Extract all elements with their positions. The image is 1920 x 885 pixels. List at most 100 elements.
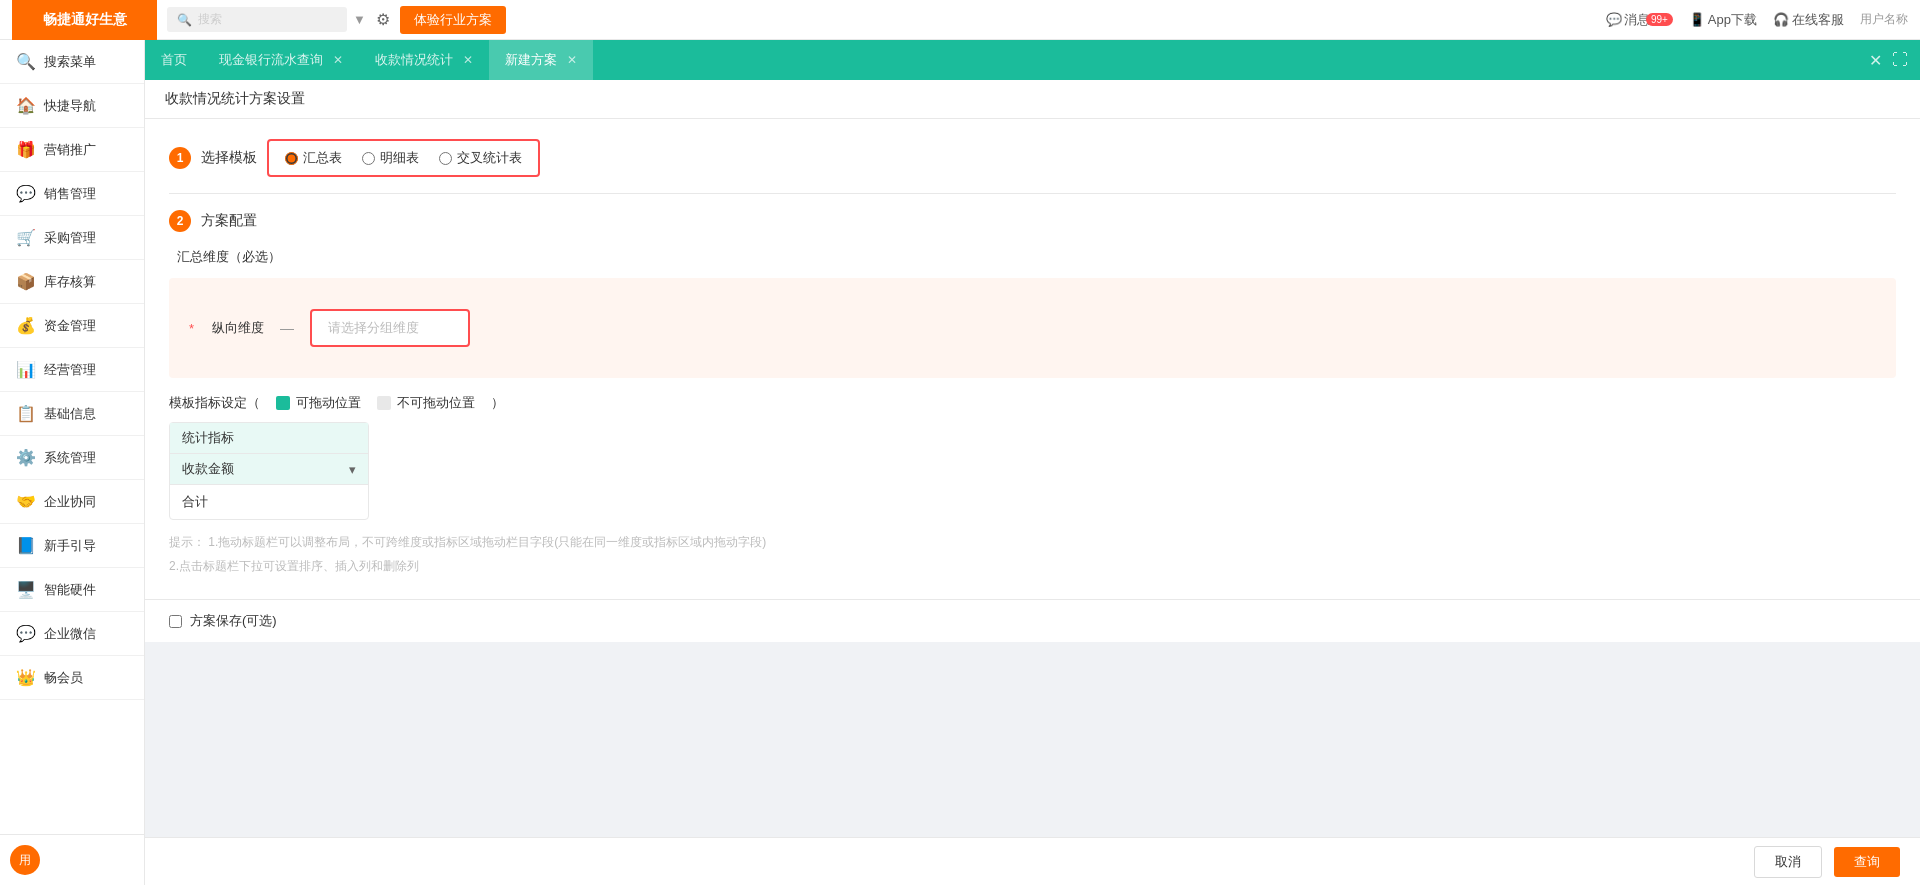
app-download-item[interactable]: 📱 App下载 <box>1689 11 1757 29</box>
sidebar-bottom: 用 <box>0 834 144 885</box>
dimension-row: * 纵向维度 — 请选择分组维度 <box>189 309 470 347</box>
service-item[interactable]: 🎧 在线客服 <box>1773 11 1844 29</box>
search-icon: 🔍 <box>177 13 192 27</box>
bottom-bar: 取消 查询 <box>145 837 1920 885</box>
dropdown-arrow-metrics[interactable]: ▾ <box>349 462 356 477</box>
divider-1 <box>169 193 1896 194</box>
sidebar-item-search-menu[interactable]: 🔍 搜索菜单 <box>0 40 144 84</box>
sidebar-item-finance[interactable]: 💰 资金管理 <box>0 304 144 348</box>
sidebar-item-quick-nav[interactable]: 🏠 快捷导航 <box>0 84 144 128</box>
app-logo: 畅捷通好生意 <box>12 0 157 40</box>
industry-btn[interactable]: 体验行业方案 <box>400 6 506 34</box>
cooperation-icon: 🤝 <box>16 492 36 511</box>
sub-header-label: 收款金额 <box>182 460 234 478</box>
sidebar-label-quicknav: 快捷导航 <box>44 97 96 115</box>
sidebar-label-operations: 经营管理 <box>44 361 96 379</box>
page-content: 收款情况统计方案设置 1 选择模板 汇总表 明细表 <box>145 80 1920 837</box>
metrics-table-sub-header[interactable]: 收款金额 ▾ <box>170 454 368 485</box>
radio-summary-input[interactable] <box>285 152 298 165</box>
guide-icon: 📘 <box>16 536 36 555</box>
save-checkbox[interactable] <box>169 615 182 628</box>
tab-new-scheme-close[interactable]: ✕ <box>567 53 577 67</box>
draggable-indicator: 可拖动位置 <box>276 394 361 412</box>
member-icon: 👑 <box>16 668 36 687</box>
purchase-icon: 🛒 <box>16 228 36 247</box>
header: 畅捷通好生意 🔍 搜索 ▼ ⚙ 体验行业方案 💬 消息 99+ 📱 App下载 … <box>0 0 1920 40</box>
page-breadcrumb: 收款情况统计方案设置 <box>145 80 1920 119</box>
dimension-area: * 纵向维度 — 请选择分组维度 <box>169 278 1896 378</box>
maximize-icon[interactable]: ⛶ <box>1892 51 1908 69</box>
message-icon: 💬 <box>1606 12 1622 27</box>
step1-header: 1 选择模板 汇总表 明细表 交叉统计表 <box>169 139 1896 177</box>
tab-home[interactable]: 首页 <box>145 40 203 80</box>
search-placeholder: 搜索 <box>198 11 222 28</box>
sidebar-item-operations[interactable]: 📊 经营管理 <box>0 348 144 392</box>
sidebar-item-system[interactable]: ⚙️ 系统管理 <box>0 436 144 480</box>
sidebar-item-cooperation[interactable]: 🤝 企业协同 <box>0 480 144 524</box>
query-button[interactable]: 查询 <box>1834 847 1900 877</box>
step2-header: 2 方案配置 <box>169 210 1896 232</box>
sidebar-item-sales[interactable]: 💬 销售管理 <box>0 172 144 216</box>
sidebar-item-basic-info[interactable]: 📋 基础信息 <box>0 392 144 436</box>
system-icon: ⚙️ <box>16 448 36 467</box>
tab-new-scheme[interactable]: 新建方案 ✕ <box>489 40 593 80</box>
tab-home-label: 首页 <box>161 51 187 69</box>
tip-2: 2.点击标题栏下拉可设置排序、插入列和删除列 <box>169 556 1896 578</box>
radio-detail-input[interactable] <box>362 152 375 165</box>
radio-cross[interactable]: 交叉统计表 <box>439 149 522 167</box>
sidebar-label-system: 系统管理 <box>44 449 96 467</box>
tab-collection-stats[interactable]: 收款情况统计 ✕ <box>359 40 489 80</box>
sidebar-label-finance: 资金管理 <box>44 317 96 335</box>
search-menu-icon: 🔍 <box>16 52 36 71</box>
tab-actions: ✕ ⛶ <box>1869 51 1920 70</box>
radio-summary[interactable]: 汇总表 <box>285 149 342 167</box>
dimension-title: 汇总维度（必选） <box>177 248 1896 266</box>
sidebar: 🔍 搜索菜单 🏠 快捷导航 🎁 营销推广 💬 销售管理 🛒 采购管理 📦 库存核… <box>0 40 145 885</box>
search-bar[interactable]: 🔍 搜索 <box>167 7 347 32</box>
metrics-header: 模板指标设定（ 可拖动位置 不可拖动位置 ） <box>169 394 1896 412</box>
sidebar-item-purchase[interactable]: 🛒 采购管理 <box>0 216 144 260</box>
radio-detail[interactable]: 明细表 <box>362 149 419 167</box>
tab-bank-flow[interactable]: 现金银行流水查询 ✕ <box>203 40 359 80</box>
finance-icon: 💰 <box>16 316 36 335</box>
inventory-icon: 📦 <box>16 272 36 291</box>
step2-label: 方案配置 <box>201 212 257 230</box>
dropdown-arrow-icon[interactable]: ▼ <box>353 12 366 27</box>
metrics-table: 统计指标 收款金额 ▾ 合计 <box>169 422 369 520</box>
notification-item[interactable]: 💬 消息 99+ <box>1606 11 1673 29</box>
vertical-dimension-label: 纵向维度 <box>212 319 264 337</box>
gear-icon[interactable]: ⚙ <box>376 10 390 29</box>
sidebar-label-sales: 销售管理 <box>44 185 96 203</box>
radio-cross-input[interactable] <box>439 152 452 165</box>
metrics-section: 模板指标设定（ 可拖动位置 不可拖动位置 ） 统计指标 <box>169 394 1896 520</box>
radio-detail-label: 明细表 <box>380 149 419 167</box>
download-icon: 📱 <box>1689 12 1705 27</box>
sidebar-label-cooperation: 企业协同 <box>44 493 96 511</box>
sidebar-label-inventory: 库存核算 <box>44 273 96 291</box>
tab-collection-stats-label: 收款情况统计 <box>375 51 453 69</box>
cancel-button[interactable]: 取消 <box>1754 846 1822 878</box>
wechat-icon: 💬 <box>16 624 36 643</box>
hardware-icon: 🖥️ <box>16 580 36 599</box>
sidebar-item-guide[interactable]: 📘 新手引导 <box>0 524 144 568</box>
sidebar-item-marketing[interactable]: 🎁 营销推广 <box>0 128 144 172</box>
save-option-label[interactable]: 方案保存(可选) <box>190 612 277 630</box>
metrics-table-total-row: 合计 <box>170 485 368 519</box>
sidebar-label-purchase: 采购管理 <box>44 229 96 247</box>
sidebar-item-member[interactable]: 👑 畅会员 <box>0 656 144 700</box>
metrics-setting-label: 模板指标设定（ <box>169 394 260 412</box>
header-tools: 💬 消息 99+ 📱 App下载 🎧 在线客服 用户名称 <box>1606 11 1908 29</box>
operations-icon: 📊 <box>16 360 36 379</box>
sidebar-item-inventory[interactable]: 📦 库存核算 <box>0 260 144 304</box>
user-avatar[interactable]: 用 <box>10 845 40 875</box>
quick-nav-icon: 🏠 <box>16 96 36 115</box>
tab-bank-flow-close[interactable]: ✕ <box>333 53 343 67</box>
form-section: 1 选择模板 汇总表 明细表 交叉统计表 <box>145 119 1920 599</box>
metrics-table-header: 统计指标 <box>170 423 368 454</box>
service-label: 在线客服 <box>1792 11 1844 29</box>
close-window-icon[interactable]: ✕ <box>1869 51 1882 70</box>
dimension-select[interactable]: 请选择分组维度 <box>310 309 470 347</box>
sidebar-item-hardware[interactable]: 🖥️ 智能硬件 <box>0 568 144 612</box>
tab-collection-stats-close[interactable]: ✕ <box>463 53 473 67</box>
sidebar-item-wechat[interactable]: 💬 企业微信 <box>0 612 144 656</box>
